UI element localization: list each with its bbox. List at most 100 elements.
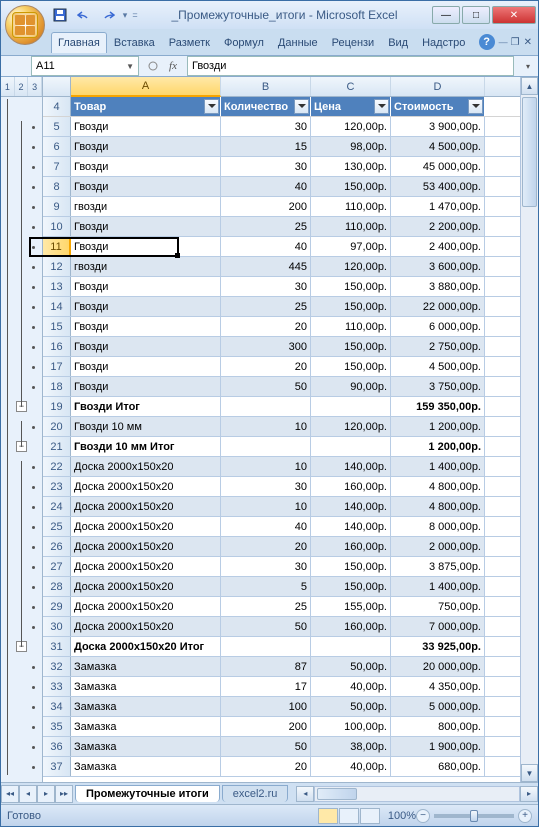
cell[interactable]: Замазка — [71, 717, 221, 736]
cell[interactable]: 100,00р. — [311, 717, 391, 736]
cell[interactable] — [311, 637, 391, 656]
cell[interactable]: Гвозди — [71, 357, 221, 376]
cell[interactable]: 159 350,00р. — [391, 397, 485, 416]
cell[interactable]: 30 — [221, 157, 311, 176]
cell[interactable]: 40 — [221, 177, 311, 196]
row-header[interactable]: 11 — [43, 237, 71, 256]
row-header[interactable]: 7 — [43, 157, 71, 176]
col-header-c[interactable]: C — [311, 77, 391, 96]
cell[interactable]: 30 — [221, 277, 311, 296]
filter-button[interactable] — [294, 99, 309, 114]
row-header[interactable]: 26 — [43, 537, 71, 556]
cell[interactable]: 30 — [221, 557, 311, 576]
cell[interactable]: 33 925,00р. — [391, 637, 485, 656]
col-header-a[interactable]: A — [71, 77, 221, 97]
cell[interactable]: 20 — [221, 317, 311, 336]
cell[interactable]: Доска 2000х150х20 — [71, 597, 221, 616]
save-button[interactable] — [49, 4, 71, 26]
cell[interactable]: 1 470,00р. — [391, 197, 485, 216]
row-header[interactable]: 33 — [43, 677, 71, 696]
cell[interactable]: 150,00р. — [311, 557, 391, 576]
cell[interactable]: Гвозди — [71, 217, 221, 236]
cell[interactable]: 22 000,00р. — [391, 297, 485, 316]
cell[interactable]: 120,00р. — [311, 417, 391, 436]
view-normal[interactable] — [318, 808, 338, 824]
cell[interactable]: Гвозди — [71, 377, 221, 396]
row-header[interactable]: 15 — [43, 317, 71, 336]
row-header[interactable]: 17 — [43, 357, 71, 376]
name-box[interactable]: A11 ▼ — [31, 56, 139, 76]
cell[interactable]: 10 — [221, 457, 311, 476]
cell[interactable]: Доска 2000х150х20 — [71, 497, 221, 516]
cell[interactable]: 4 800,00р. — [391, 477, 485, 496]
ribbon-tab-2[interactable]: Разметк — [162, 32, 217, 53]
cell[interactable]: 2 750,00р. — [391, 337, 485, 356]
cell[interactable]: 110,00р. — [311, 317, 391, 336]
table-header-cell[interactable]: Товар — [71, 97, 221, 116]
outline-level-2[interactable]: 2 — [15, 77, 29, 96]
sheet-tab[interactable]: Промежуточные итоги — [75, 785, 220, 802]
cell[interactable]: 40 — [221, 237, 311, 256]
row-header[interactable]: 36 — [43, 737, 71, 756]
cell[interactable]: 15 — [221, 137, 311, 156]
cell[interactable]: 40,00р. — [311, 677, 391, 696]
cell[interactable]: 90,00р. — [311, 377, 391, 396]
mdi-close[interactable]: ✕ — [524, 37, 532, 48]
cell[interactable]: 3 750,00р. — [391, 377, 485, 396]
cell[interactable]: 120,00р. — [311, 257, 391, 276]
cell[interactable]: Гвозди Итог — [71, 397, 221, 416]
office-button[interactable] — [5, 5, 45, 45]
cell[interactable]: 110,00р. — [311, 217, 391, 236]
cell[interactable]: Замазка — [71, 737, 221, 756]
row-header[interactable]: 5 — [43, 117, 71, 136]
cell[interactable]: 150,00р. — [311, 357, 391, 376]
cell[interactable]: Доска 2000х150х20 — [71, 617, 221, 636]
ribbon-tab-6[interactable]: Вид — [381, 32, 415, 53]
row-header[interactable]: 9 — [43, 197, 71, 216]
cell[interactable]: Гвозди — [71, 157, 221, 176]
cell[interactable]: 30 — [221, 477, 311, 496]
cell[interactable]: 150,00р. — [311, 577, 391, 596]
row-header[interactable]: 22 — [43, 457, 71, 476]
cell[interactable]: 20 — [221, 537, 311, 556]
cell[interactable]: 160,00р. — [311, 537, 391, 556]
cell[interactable]: 4 800,00р. — [391, 497, 485, 516]
cell[interactable]: Доска 2000х150х20 — [71, 577, 221, 596]
row-header[interactable]: 12 — [43, 257, 71, 276]
col-header-b[interactable]: B — [221, 77, 311, 96]
redo-button[interactable] — [97, 4, 119, 26]
cell[interactable]: 5 — [221, 577, 311, 596]
cell[interactable]: 20 000,00р. — [391, 657, 485, 676]
col-header-d[interactable]: D — [391, 77, 485, 96]
row-header[interactable]: 4 — [43, 97, 71, 116]
cell[interactable]: 50 — [221, 377, 311, 396]
cell[interactable]: 30 — [221, 117, 311, 136]
row-header[interactable]: 8 — [43, 177, 71, 196]
outline-level-1[interactable]: 1 — [1, 77, 15, 96]
cell[interactable]: Доска 2000х150х20 — [71, 477, 221, 496]
cell[interactable]: 3 900,00р. — [391, 117, 485, 136]
cell[interactable]: 50 — [221, 737, 311, 756]
cell[interactable]: 3 600,00р. — [391, 257, 485, 276]
cell[interactable]: гвозди — [71, 257, 221, 276]
filter-button[interactable] — [468, 99, 483, 114]
cell[interactable]: 45 000,00р. — [391, 157, 485, 176]
cell[interactable]: 800,00р. — [391, 717, 485, 736]
ribbon-minimize[interactable]: — — [499, 37, 507, 47]
cell[interactable]: 97,00р. — [311, 237, 391, 256]
cell[interactable]: 160,00р. — [311, 477, 391, 496]
cell[interactable]: 140,00р. — [311, 457, 391, 476]
cell[interactable]: 1 900,00р. — [391, 737, 485, 756]
cell[interactable]: 4 500,00р. — [391, 357, 485, 376]
cell[interactable]: 2 000,00р. — [391, 537, 485, 556]
row-header[interactable]: 29 — [43, 597, 71, 616]
cell[interactable]: гвозди — [71, 197, 221, 216]
help-button[interactable]: ? — [479, 34, 495, 50]
cell[interactable]: 1 200,00р. — [391, 437, 485, 456]
cell[interactable]: 1 200,00р. — [391, 417, 485, 436]
row-header[interactable]: 19 — [43, 397, 71, 416]
cell[interactable]: 4 350,00р. — [391, 677, 485, 696]
cell[interactable] — [311, 437, 391, 456]
cell[interactable]: Гвозди — [71, 277, 221, 296]
cell[interactable]: 7 000,00р. — [391, 617, 485, 636]
